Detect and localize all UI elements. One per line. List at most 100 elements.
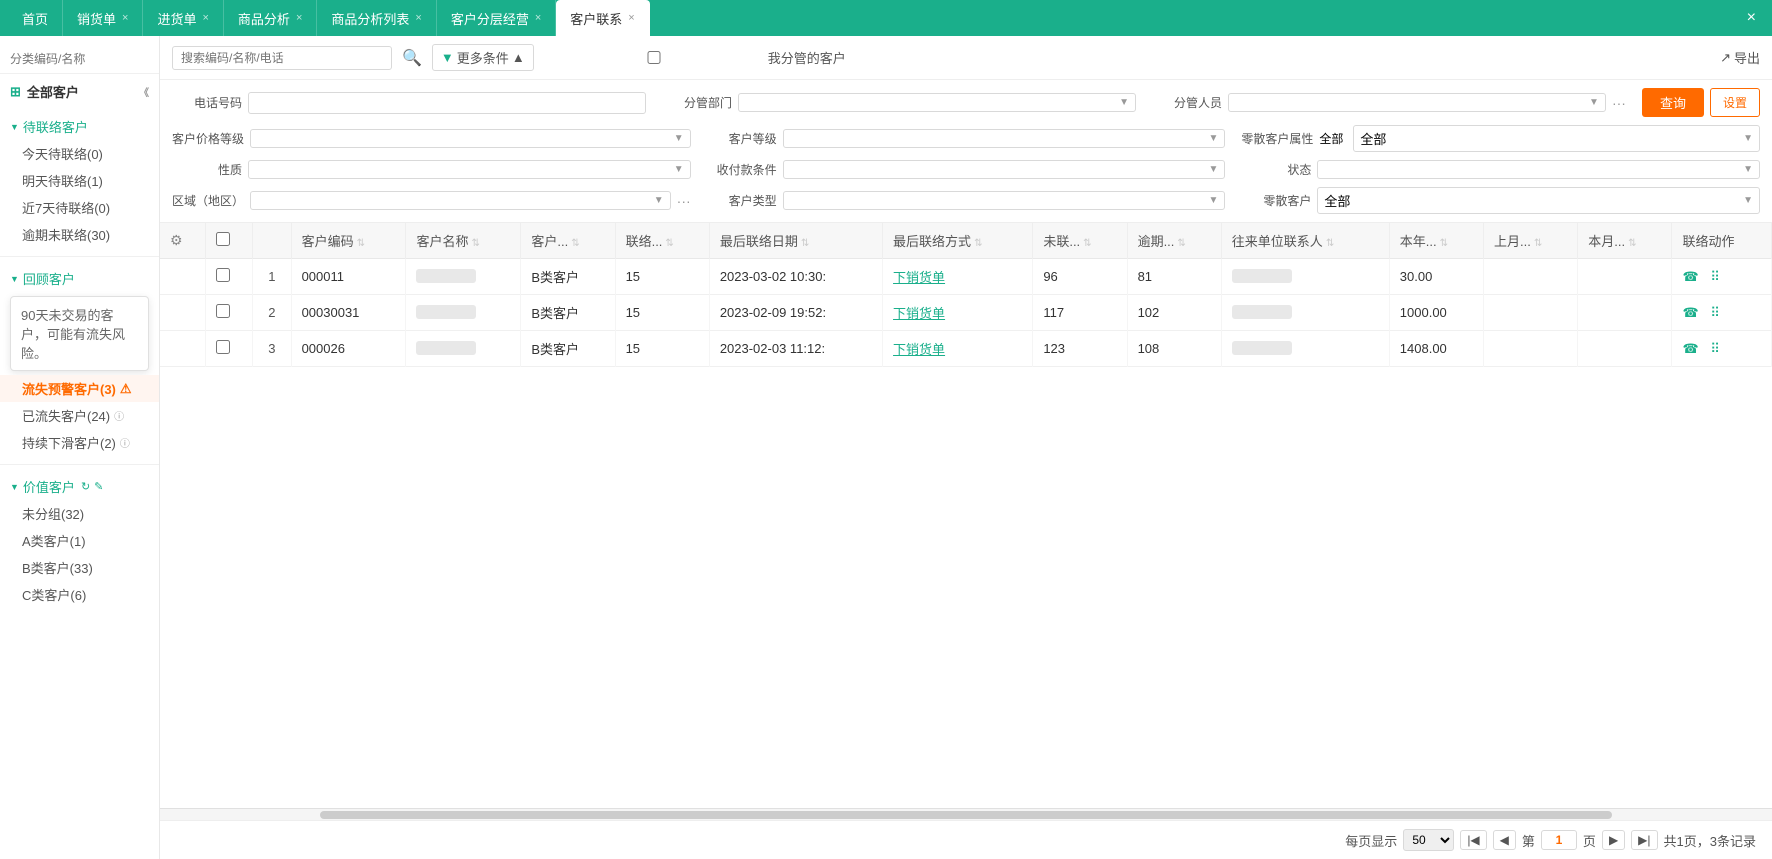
tab-customer-tier[interactable]: 客户分层经营 ×	[437, 0, 556, 36]
close-tab-analysis[interactable]: ×	[296, 12, 302, 24]
td-uncontacted-2: 117	[1033, 295, 1127, 331]
tab-sales-order[interactable]: 销货单 ×	[63, 0, 143, 36]
filter-manager-select[interactable]: ▼	[1228, 93, 1606, 112]
per-page-label: 每页显示	[1345, 831, 1397, 850]
sidebar-item-declining[interactable]: 持续下滑客户(2) ⓘ	[0, 429, 159, 456]
contact-action-icon-1[interactable]: ☎	[1682, 269, 1698, 284]
close-tab-analysis-list[interactable]: ×	[415, 12, 421, 24]
link-last-way-2[interactable]: 下销货单	[893, 306, 945, 321]
first-page-button[interactable]: |◀	[1460, 830, 1486, 850]
sidebar-section-title-value[interactable]: ▼ 价值客户 ↻ ✎	[0, 473, 159, 500]
scrollbar-thumb[interactable]	[320, 811, 1612, 819]
last-page-button[interactable]: ▶|	[1631, 830, 1657, 850]
sidebar-item-today[interactable]: 今天待联络(0)	[0, 140, 159, 167]
sidebar-section-title-churn[interactable]: ▼ 回顾客户	[0, 265, 159, 292]
sidebar-section-title-pending[interactable]: ▼ 待联络客户	[0, 113, 159, 140]
sidebar-item-c-class[interactable]: C类客户(6)	[0, 581, 159, 608]
sort-icon-unit[interactable]: ⇅	[1326, 238, 1334, 249]
tab-purchase-order[interactable]: 进货单 ×	[143, 0, 223, 36]
export-button[interactable]: ↗ 导出	[1720, 48, 1760, 67]
tab-home[interactable]: 首页	[8, 0, 63, 36]
sidebar-item-7days[interactable]: 近7天待联络(0)	[0, 194, 159, 221]
link-last-way-1[interactable]: 下销货单	[893, 270, 945, 285]
sidebar-item-overdue[interactable]: 逾期未联络(30)	[0, 221, 159, 248]
sort-icon-type[interactable]: ⇅	[571, 238, 579, 249]
sort-icon-last-way[interactable]: ⇅	[974, 238, 982, 249]
link-last-way-3[interactable]: 下销货单	[893, 342, 945, 357]
sort-icon-name[interactable]: ⇅	[471, 238, 479, 249]
row-checkbox-2[interactable]	[216, 304, 230, 318]
close-tab-sales[interactable]: ×	[122, 12, 128, 24]
close-tab-contact[interactable]: ×	[628, 12, 634, 24]
sort-icon-code[interactable]: ⇅	[357, 238, 365, 249]
blurred-unit-1	[1232, 269, 1292, 283]
close-tab-tier[interactable]: ×	[535, 12, 541, 24]
horizontal-scrollbar[interactable]	[160, 808, 1772, 820]
search-button[interactable]: 🔍	[402, 48, 422, 68]
filter-payment-select[interactable]: ▼	[783, 160, 1226, 179]
td-contact-1: 15	[615, 259, 709, 295]
more-button-manager[interactable]: ···	[1612, 95, 1626, 111]
select-all-checkbox[interactable]	[216, 232, 230, 246]
filter-status-select[interactable]: ▼	[1317, 160, 1760, 179]
my-customer-check[interactable]	[544, 51, 764, 64]
window-close-button[interactable]: ×	[1739, 9, 1764, 27]
refresh-icon[interactable]: ↻	[81, 480, 90, 493]
more-action-icon-2[interactable]: ⠿	[1710, 305, 1720, 320]
filter-dept-select[interactable]: ▼	[738, 93, 1136, 112]
sort-icon-uncontacted[interactable]: ⇅	[1083, 238, 1091, 249]
contact-action-icon-3[interactable]: ☎	[1682, 341, 1698, 356]
pagination: 每页显示 50 100 200 |◀ ◀ 第 页 ▶ ▶| 共1页，3条记录	[160, 820, 1772, 859]
filter-retail-select[interactable]: 全部 ▼	[1317, 187, 1760, 214]
search-input[interactable]	[172, 46, 392, 70]
next-page-button[interactable]: ▶	[1602, 830, 1625, 850]
sidebar-all-customers[interactable]: ⊞ 全部客户 《	[0, 74, 159, 109]
table-row: 2 00030031 B类客户 15 2023-02-09 19:52: 下销货…	[160, 295, 1772, 331]
filter-customer-level-select[interactable]: ▼	[783, 129, 1226, 148]
sort-icon-overdue[interactable]: ⇅	[1177, 238, 1185, 249]
filter-price-level-select[interactable]: ▼	[250, 129, 691, 148]
more-action-icon-1[interactable]: ⠿	[1710, 269, 1720, 284]
sidebar-item-churned[interactable]: 已流失客户(24) ⓘ	[0, 402, 159, 429]
settings-button[interactable]: 设置	[1710, 88, 1760, 117]
filter-customer-attr-select[interactable]: 全部 ▼	[1353, 125, 1760, 152]
td-uncontacted-3: 123	[1033, 331, 1127, 367]
page-input[interactable]	[1541, 830, 1577, 850]
sort-icon-last-month[interactable]: ⇅	[1534, 238, 1542, 249]
chevron-down-icon-level: ▼	[1208, 133, 1218, 144]
sidebar-item-b-class[interactable]: B类客户(33)	[0, 554, 159, 581]
row-checkbox-1[interactable]	[216, 268, 230, 282]
sort-icon-this-month[interactable]: ⇅	[1628, 238, 1636, 249]
sidebar-item-a-class[interactable]: A类客户(1)	[0, 527, 159, 554]
filter-nature: 性质 ▼	[172, 160, 691, 179]
filter-nature-select[interactable]: ▼	[248, 160, 691, 179]
query-button[interactable]: 查询	[1642, 88, 1704, 117]
td-settings-1	[160, 259, 205, 295]
tab-product-analysis-list[interactable]: 商品分析列表 ×	[317, 0, 436, 36]
close-tab-purchase[interactable]: ×	[202, 12, 208, 24]
prev-page-button[interactable]: ◀	[1493, 830, 1516, 850]
tab-product-analysis[interactable]: 商品分析 ×	[224, 0, 317, 36]
row-checkbox-3[interactable]	[216, 340, 230, 354]
my-customer-checkbox[interactable]: 我分管的客户	[544, 48, 846, 67]
per-page-select[interactable]: 50 100 200	[1403, 829, 1454, 851]
sidebar-item-tomorrow[interactable]: 明天待联络(1)	[0, 167, 159, 194]
tab-customer-contact[interactable]: 客户联系 ×	[556, 0, 649, 36]
table-settings-icon[interactable]: ⚙	[170, 232, 183, 248]
edit-icon[interactable]: ✎	[94, 480, 103, 493]
sort-icon-last-date[interactable]: ⇅	[801, 238, 809, 249]
filter-manager-label: 分管人员	[1152, 94, 1222, 111]
filter-phone-input[interactable]	[248, 92, 646, 114]
sort-icon-this-year[interactable]: ⇅	[1440, 238, 1448, 249]
sidebar-search-input[interactable]	[10, 52, 160, 66]
filter-region-select[interactable]: ▼	[250, 191, 671, 210]
filter-customer-type-select[interactable]: ▼	[783, 191, 1226, 210]
sidebar-item-ungroup[interactable]: 未分组(32)	[0, 500, 159, 527]
sidebar-item-churn-warning[interactable]: 流失预警客户(3) ⚠	[0, 375, 159, 402]
td-this-month-1	[1578, 259, 1672, 295]
contact-action-icon-2[interactable]: ☎	[1682, 305, 1698, 320]
more-filter-button[interactable]: ▼ 更多条件 ▲	[432, 44, 534, 71]
more-button-region[interactable]: ···	[677, 193, 691, 209]
more-action-icon-3[interactable]: ⠿	[1710, 341, 1720, 356]
sort-icon-contact[interactable]: ⇅	[665, 238, 673, 249]
